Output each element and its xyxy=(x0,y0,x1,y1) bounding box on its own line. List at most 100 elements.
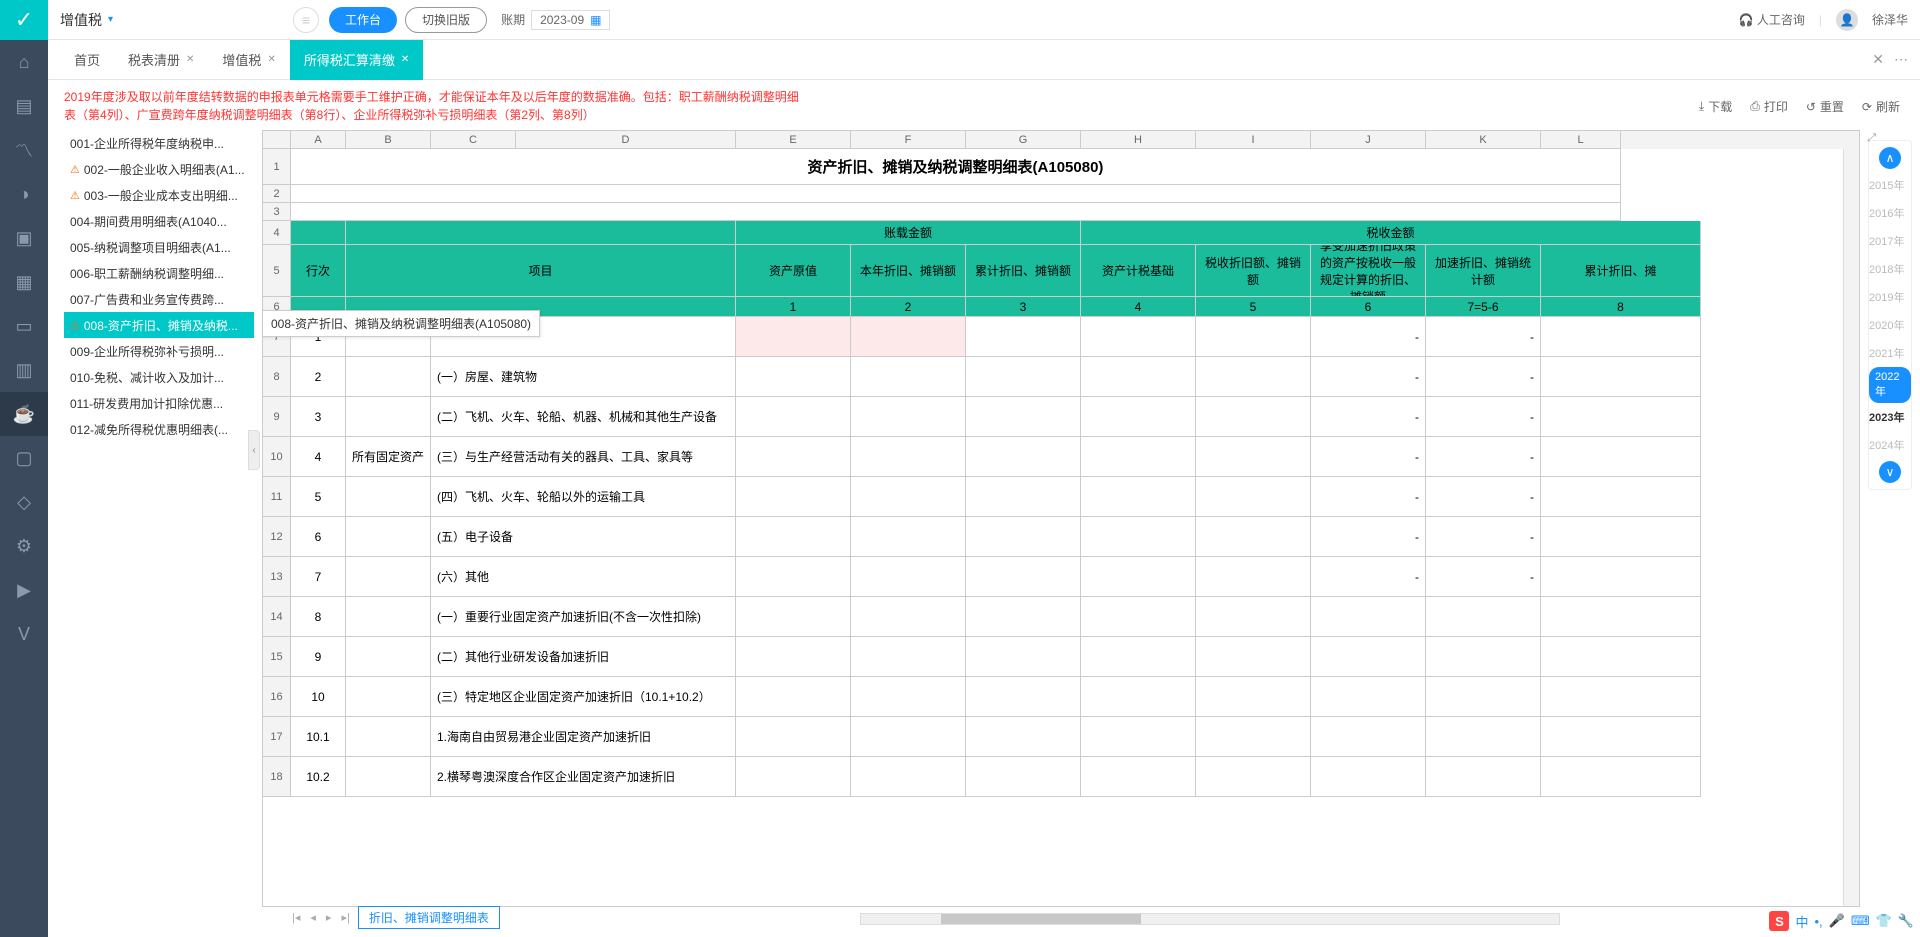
scroll-thumb[interactable] xyxy=(941,914,1141,924)
data-cell[interactable] xyxy=(1541,437,1701,477)
tree-item[interactable]: 011-研发费用加计扣除优惠... xyxy=(64,390,254,416)
nav-report-icon[interactable]: ▦ xyxy=(0,260,48,304)
data-cell[interactable] xyxy=(736,757,851,797)
data-cell[interactable] xyxy=(1196,437,1311,477)
data-cell[interactable] xyxy=(851,477,966,517)
nav-archive-icon[interactable]: ▢ xyxy=(0,436,48,480)
col-header[interactable]: F xyxy=(851,131,966,149)
data-cell[interactable] xyxy=(1196,717,1311,757)
close-all-icon[interactable]: ✕ xyxy=(1872,51,1884,68)
data-cell[interactable] xyxy=(851,317,966,357)
data-cell[interactable] xyxy=(736,357,851,397)
data-cell[interactable] xyxy=(1541,557,1701,597)
data-cell[interactable] xyxy=(1081,477,1196,517)
data-cell[interactable] xyxy=(851,677,966,717)
data-cell[interactable] xyxy=(966,357,1081,397)
year-down-button[interactable]: ∨ xyxy=(1879,461,1901,483)
data-cell[interactable] xyxy=(736,437,851,477)
data-cell[interactable] xyxy=(966,397,1081,437)
tree-item[interactable]: ⚠003-一般企业成本支出明细... xyxy=(64,182,254,208)
year-item[interactable]: 2023年 xyxy=(1869,403,1911,431)
more-icon[interactable]: ⋯ xyxy=(1894,51,1908,68)
col-header[interactable]: C xyxy=(431,131,516,149)
ime-skin-icon[interactable]: 👕 xyxy=(1876,913,1892,929)
data-cell[interactable] xyxy=(1081,357,1196,397)
data-cell[interactable] xyxy=(1196,637,1311,677)
data-cell[interactable] xyxy=(1081,717,1196,757)
nav-chart-icon[interactable]: 〽 xyxy=(0,128,48,172)
col-header[interactable]: B xyxy=(346,131,431,149)
consult-button[interactable]: 🎧 人工咨询 xyxy=(1739,11,1805,28)
data-cell[interactable] xyxy=(1196,517,1311,557)
data-cell[interactable] xyxy=(966,557,1081,597)
col-header[interactable]: K xyxy=(1426,131,1541,149)
data-cell[interactable] xyxy=(1541,637,1701,677)
data-cell[interactable] xyxy=(1081,437,1196,477)
data-cell[interactable] xyxy=(1081,677,1196,717)
tree-item[interactable]: ⚠002-一般企业收入明细表(A1... xyxy=(64,156,254,182)
data-cell[interactable] xyxy=(966,717,1081,757)
data-cell[interactable]: - xyxy=(1426,517,1541,557)
col-header[interactable]: D xyxy=(516,131,736,149)
data-cell[interactable] xyxy=(966,517,1081,557)
data-cell[interactable]: - xyxy=(1426,397,1541,437)
data-cell[interactable] xyxy=(1196,597,1311,637)
data-cell[interactable]: - xyxy=(1311,557,1426,597)
tree-item[interactable]: 001-企业所得税年度纳税申... xyxy=(64,130,254,156)
nav-clip-icon[interactable]: ▣ xyxy=(0,216,48,260)
close-icon[interactable]: ✕ xyxy=(401,54,409,65)
data-cell[interactable] xyxy=(851,597,966,637)
data-cell[interactable] xyxy=(851,357,966,397)
data-cell[interactable] xyxy=(1541,597,1701,637)
data-cell[interactable]: - xyxy=(1311,317,1426,357)
data-cell[interactable] xyxy=(966,477,1081,517)
ime-keyboard-icon[interactable]: ⌨ xyxy=(1851,913,1870,929)
data-cell[interactable]: - xyxy=(1311,437,1426,477)
sheet-nav-next[interactable]: ▸ xyxy=(324,911,334,924)
nav-gear-icon[interactable]: ⚙ xyxy=(0,524,48,568)
print-button[interactable]: ⎙ 打印 xyxy=(1750,98,1788,115)
data-cell[interactable] xyxy=(736,717,851,757)
col-header[interactable]: H xyxy=(1081,131,1196,149)
col-header[interactable]: A xyxy=(291,131,346,149)
tab-vat[interactable]: 增值税✕ xyxy=(208,40,289,80)
data-cell[interactable] xyxy=(966,597,1081,637)
year-item[interactable]: 2016年 xyxy=(1869,199,1911,227)
col-header[interactable]: I xyxy=(1196,131,1311,149)
tree-item[interactable]: 012-减免所得税优惠明细表(... xyxy=(64,416,254,442)
tab-income-tax[interactable]: 所得税汇算清缴✕ xyxy=(290,40,423,80)
data-cell[interactable] xyxy=(1311,757,1426,797)
reset-button[interactable]: ↺ 重置 xyxy=(1806,98,1844,115)
nav-doc-icon[interactable]: ▤ xyxy=(0,84,48,128)
data-cell[interactable] xyxy=(1311,677,1426,717)
close-icon[interactable]: ✕ xyxy=(267,54,275,65)
year-item[interactable]: 2021年 xyxy=(1869,339,1911,367)
horizontal-scrollbar[interactable] xyxy=(860,913,1560,925)
nav-send-icon[interactable]: ◇ xyxy=(0,480,48,524)
data-cell[interactable] xyxy=(851,437,966,477)
data-cell[interactable] xyxy=(966,677,1081,717)
data-cell[interactable]: - xyxy=(1426,477,1541,517)
data-cell[interactable] xyxy=(851,757,966,797)
ime-lang[interactable]: 中 xyxy=(1795,912,1808,931)
data-cell[interactable]: - xyxy=(1426,357,1541,397)
nav-video-icon[interactable]: ▶ xyxy=(0,568,48,612)
tree-collapse-handle[interactable]: ‹ xyxy=(248,430,260,470)
download-button[interactable]: ⤓ 下载 xyxy=(1699,98,1732,115)
vertical-scrollbar[interactable] xyxy=(1843,149,1859,906)
nav-home-icon[interactable]: ⌂ xyxy=(0,40,48,84)
data-cell[interactable] xyxy=(966,437,1081,477)
year-item[interactable]: 2020年 xyxy=(1869,311,1911,339)
tree-item[interactable]: 005-纳税调整项目明细表(A1... xyxy=(64,234,254,260)
nav-form-icon[interactable]: ▭ xyxy=(0,304,48,348)
data-cell[interactable] xyxy=(736,397,851,437)
nav-money-icon[interactable]: ◑ xyxy=(0,172,48,216)
data-cell[interactable] xyxy=(966,637,1081,677)
data-cell[interactable] xyxy=(1196,557,1311,597)
data-cell[interactable] xyxy=(1426,757,1541,797)
nav-calc-icon[interactable]: ▥ xyxy=(0,348,48,392)
tree-item[interactable]: 004-期间费用明细表(A1040... xyxy=(64,208,254,234)
data-cell[interactable] xyxy=(851,517,966,557)
data-cell[interactable]: - xyxy=(1426,437,1541,477)
data-cell[interactable] xyxy=(1541,397,1701,437)
